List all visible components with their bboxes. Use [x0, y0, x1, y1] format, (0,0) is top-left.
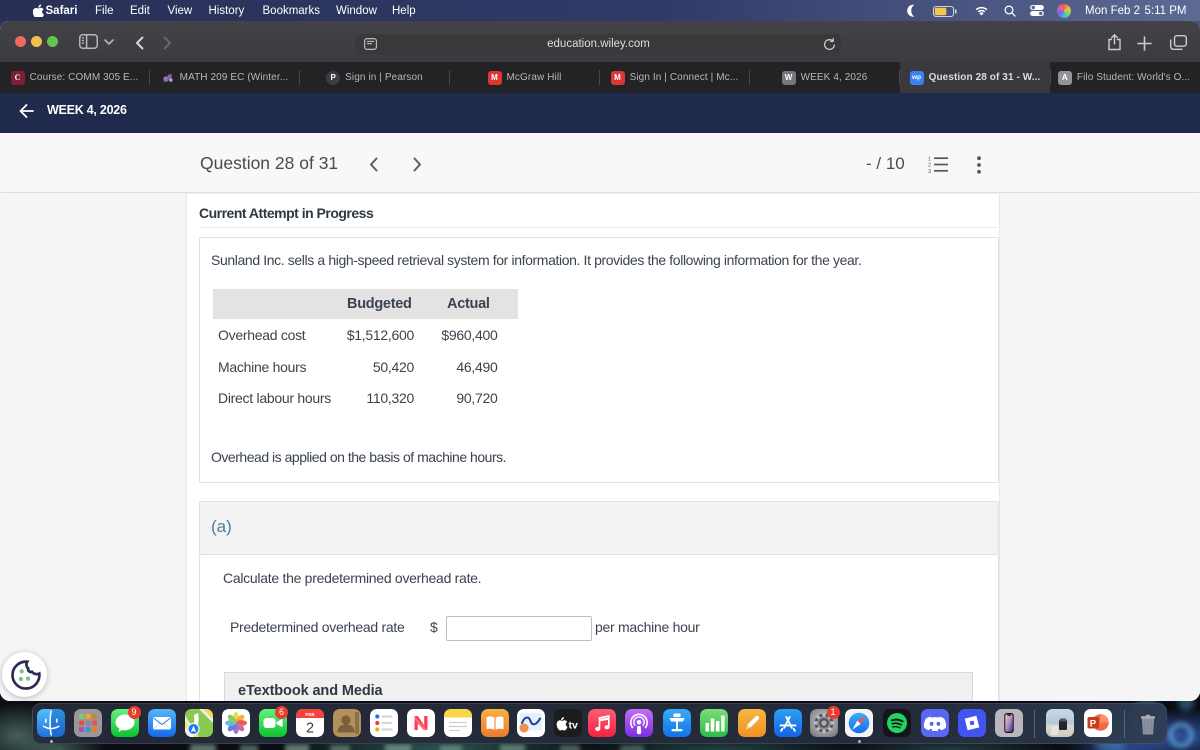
svg-text:FEB: FEB	[305, 712, 315, 717]
svg-text:tv: tv	[568, 720, 577, 732]
svg-text:2: 2	[928, 163, 931, 169]
svg-text:1: 1	[928, 156, 931, 162]
svg-text:3: 3	[928, 169, 931, 173]
svg-text:2: 2	[306, 721, 314, 737]
svg-text:P: P	[1089, 719, 1096, 730]
